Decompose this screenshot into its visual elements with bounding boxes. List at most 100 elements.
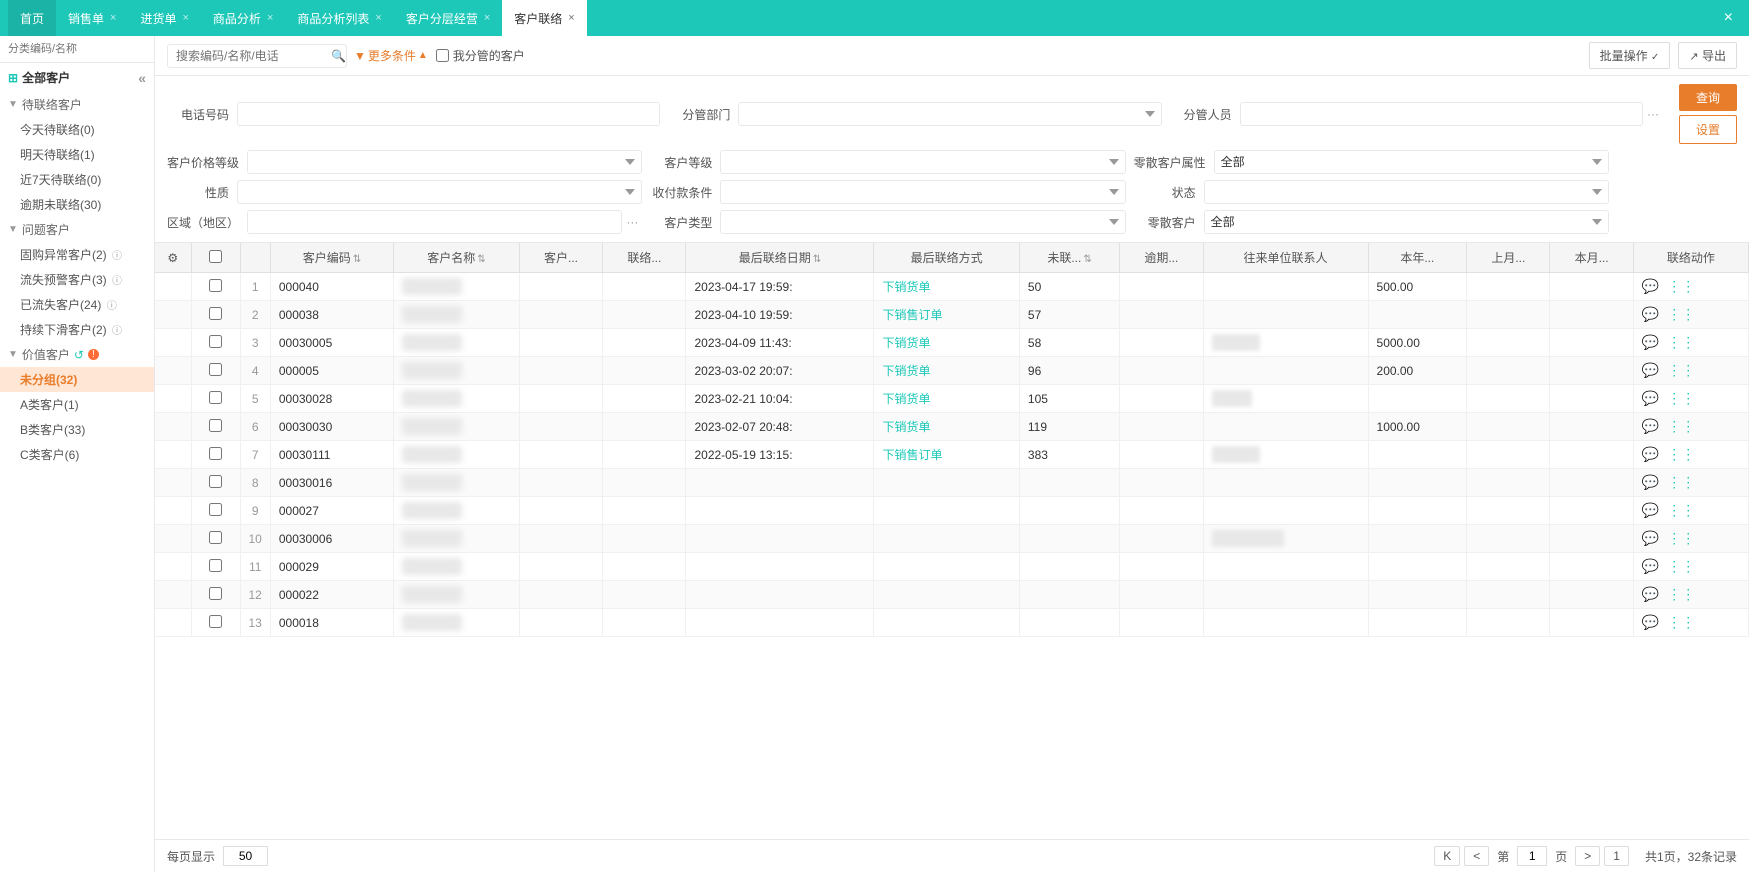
sidebar-item-today[interactable]: 今天待联络(0): [0, 117, 154, 142]
tab-customer-contact[interactable]: 客户联络 ×: [502, 0, 586, 36]
batch-op-button[interactable]: 批量操作 ✓: [1589, 42, 1671, 69]
problem-group-header[interactable]: ▼ 问题客户: [0, 217, 154, 242]
action-chat-icon[interactable]: 💬: [1642, 418, 1659, 435]
person-more-button[interactable]: ···: [1643, 107, 1663, 121]
row-last-contact-method[interactable]: [874, 469, 1019, 497]
tab-purchase[interactable]: 进货单 ×: [128, 0, 200, 36]
retail-customer-select[interactable]: 全部: [1204, 210, 1609, 234]
name-column-header[interactable]: 客户名称⇅: [394, 243, 520, 273]
prev-page-button[interactable]: <: [1464, 846, 1489, 866]
row-checkbox[interactable]: [191, 385, 240, 413]
action-chat-icon[interactable]: 💬: [1642, 474, 1659, 491]
action-chat-icon[interactable]: 💬: [1642, 586, 1659, 603]
tab-purchase-close[interactable]: ×: [182, 12, 188, 24]
row-checkbox[interactable]: [191, 413, 240, 441]
row-last-contact-method[interactable]: 下销货单: [874, 273, 1019, 301]
tab-product-list-close[interactable]: ×: [375, 12, 381, 24]
export-button[interactable]: ↗ 导出: [1678, 42, 1737, 69]
pending-group-header[interactable]: ▼ 待联络客户: [0, 92, 154, 117]
action-more-icon[interactable]: ⋮⋮: [1667, 502, 1695, 519]
sidebar-item-lost[interactable]: 已流失客户(24) ⓘ: [0, 292, 154, 317]
reset-button[interactable]: 设置: [1679, 115, 1737, 144]
sidebar-item-churn-risk[interactable]: 流失预警客户(3) ⓘ: [0, 267, 154, 292]
nature-select[interactable]: [237, 180, 642, 204]
sidebar-item-tomorrow[interactable]: 明天待联络(1): [0, 142, 154, 167]
my-customers-checkbox[interactable]: [436, 49, 449, 62]
last-page-button[interactable]: 1: [1604, 846, 1629, 866]
payment-select[interactable]: [720, 180, 1125, 204]
tab-sales-close[interactable]: ×: [110, 12, 116, 24]
action-chat-icon[interactable]: 💬: [1642, 362, 1659, 379]
my-customers-checkbox-label[interactable]: 我分管的客户: [436, 47, 525, 64]
row-last-contact-method[interactable]: 下销货单: [874, 413, 1019, 441]
action-more-icon[interactable]: ⋮⋮: [1667, 362, 1695, 379]
action-more-icon[interactable]: ⋮⋮: [1667, 586, 1695, 603]
tab-home[interactable]: 首页: [8, 0, 56, 36]
row-last-contact-method[interactable]: 下销货单: [874, 385, 1019, 413]
sidebar-item-unclassified[interactable]: 未分组(32): [0, 367, 154, 392]
row-checkbox[interactable]: [191, 497, 240, 525]
collapse-icon[interactable]: «: [138, 70, 146, 86]
action-chat-icon[interactable]: 💬: [1642, 334, 1659, 351]
value-customer-group-header[interactable]: ▼ 价值客户 ↺ !: [0, 342, 154, 367]
select-all-checkbox[interactable]: [209, 250, 222, 263]
action-more-icon[interactable]: ⋮⋮: [1667, 446, 1695, 463]
more-conditions-button[interactable]: ▼ 更多条件 ▲: [354, 47, 428, 64]
sidebar-item-overdue[interactable]: 逾期未联络(30): [0, 192, 154, 217]
sidebar-item-group-c[interactable]: C类客户(6): [0, 442, 154, 467]
action-more-icon[interactable]: ⋮⋮: [1667, 418, 1695, 435]
action-more-icon[interactable]: ⋮⋮: [1667, 530, 1695, 547]
query-button[interactable]: 查询: [1679, 84, 1737, 111]
tab-customer-segment-close[interactable]: ×: [484, 12, 490, 24]
row-checkbox[interactable]: [191, 609, 240, 637]
row-checkbox[interactable]: [191, 581, 240, 609]
row-checkbox[interactable]: [191, 469, 240, 497]
action-more-icon[interactable]: ⋮⋮: [1667, 474, 1695, 491]
tab-sales[interactable]: 销售单 ×: [56, 0, 128, 36]
sidebar-item-abnormal-purchase[interactable]: 固购异常客户(2) ⓘ: [0, 242, 154, 267]
row-last-contact-method[interactable]: 下销售订单: [874, 301, 1019, 329]
row-checkbox[interactable]: [191, 441, 240, 469]
region-more-button[interactable]: ···: [622, 215, 642, 229]
customer-grade-select[interactable]: [720, 150, 1125, 174]
action-chat-icon[interactable]: 💬: [1642, 530, 1659, 547]
person-input[interactable]: [1240, 102, 1643, 126]
tab-product-list[interactable]: 商品分析列表 ×: [285, 0, 393, 36]
tab-product-analysis-close[interactable]: ×: [267, 12, 273, 24]
action-chat-icon[interactable]: 💬: [1642, 306, 1659, 323]
filter-search-input[interactable]: [167, 44, 347, 68]
action-more-icon[interactable]: ⋮⋮: [1667, 558, 1695, 575]
action-chat-icon[interactable]: 💬: [1642, 614, 1659, 631]
last-contact-date-column-header[interactable]: 最后联络日期⇅: [686, 243, 874, 273]
sidebar-item-group-b[interactable]: B类客户(33): [0, 417, 154, 442]
first-page-button[interactable]: K: [1434, 846, 1460, 866]
row-checkbox[interactable]: [191, 329, 240, 357]
code-column-header[interactable]: 客户编码⇅: [270, 243, 393, 273]
row-last-contact-method[interactable]: [874, 525, 1019, 553]
tab-customer-contact-close[interactable]: ×: [568, 12, 574, 24]
action-more-icon[interactable]: ⋮⋮: [1667, 614, 1695, 631]
tab-customer-segment[interactable]: 客户分层经营 ×: [394, 0, 502, 36]
action-chat-icon[interactable]: 💬: [1642, 390, 1659, 407]
page-num-input[interactable]: [1517, 846, 1547, 866]
filter-search-button[interactable]: 🔍: [331, 49, 346, 63]
refresh-icon[interactable]: ↺: [74, 348, 84, 362]
sidebar-item-dropping[interactable]: 持续下滑客户(2) ⓘ: [0, 317, 154, 342]
action-more-icon[interactable]: ⋮⋮: [1667, 390, 1695, 407]
row-last-contact-method[interactable]: [874, 497, 1019, 525]
no-contact-column-header[interactable]: 未联...⇅: [1019, 243, 1119, 273]
status-select[interactable]: [1204, 180, 1609, 204]
row-last-contact-method[interactable]: [874, 553, 1019, 581]
row-checkbox[interactable]: [191, 357, 240, 385]
action-chat-icon[interactable]: 💬: [1642, 558, 1659, 575]
tab-product-analysis[interactable]: 商品分析 ×: [201, 0, 285, 36]
action-more-icon[interactable]: ⋮⋮: [1667, 334, 1695, 351]
sidebar-item-group-a[interactable]: A类客户(1): [0, 392, 154, 417]
region-input[interactable]: [247, 210, 622, 234]
row-checkbox[interactable]: [191, 273, 240, 301]
settings-column-header[interactable]: ⚙: [155, 243, 191, 273]
all-customers-header[interactable]: ⊞ 全部客户 «: [0, 63, 154, 92]
row-checkbox[interactable]: [191, 525, 240, 553]
row-last-contact-method[interactable]: 下销货单: [874, 329, 1019, 357]
dept-select[interactable]: [738, 102, 1161, 126]
